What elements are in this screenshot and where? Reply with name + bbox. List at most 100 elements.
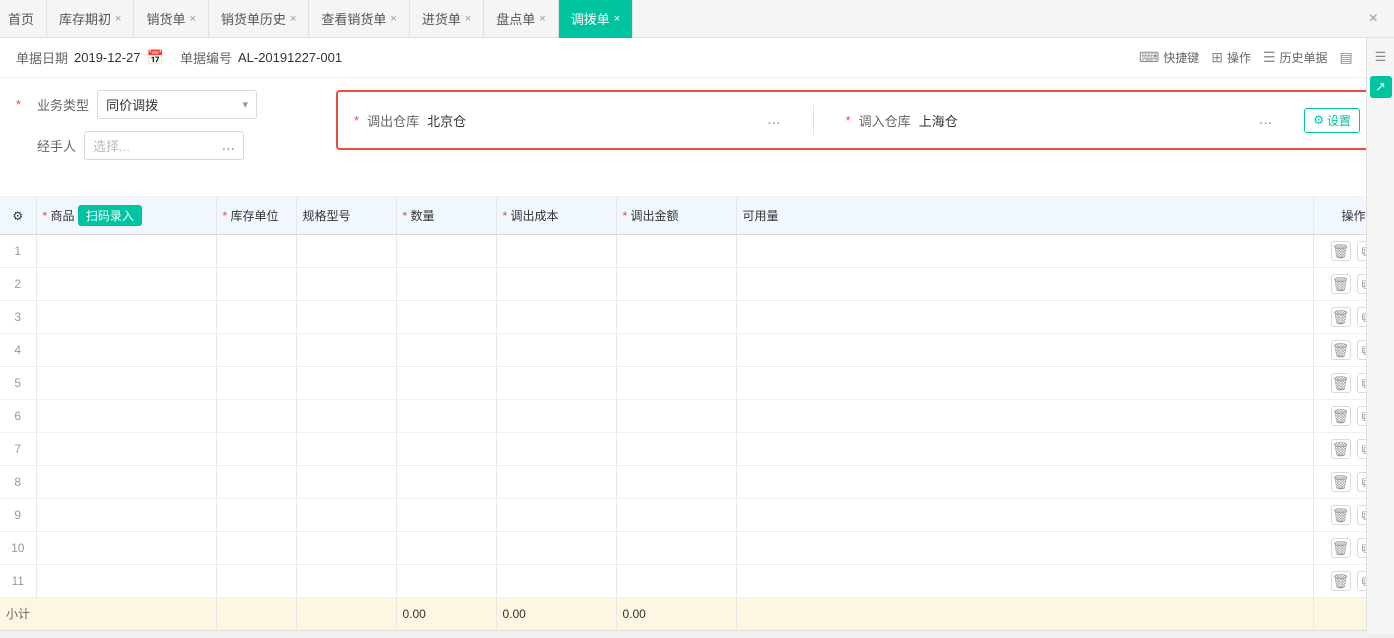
table-row: 2 🗑 ⧉ xyxy=(0,268,1394,301)
delete-icon-6[interactable]: 🗑 xyxy=(1331,406,1351,426)
tab-sales-order-close[interactable]: × xyxy=(189,13,195,25)
tab-sales-order[interactable]: 销货单 × xyxy=(134,0,208,38)
tab-sales-history[interactable]: 销货单历史 × xyxy=(209,0,309,38)
sidebar-icon-expand[interactable]: ↗ xyxy=(1370,76,1392,98)
tab-view-sales[interactable]: 查看销货单 × xyxy=(309,0,409,38)
row-cost-4[interactable] xyxy=(496,334,616,367)
tab-purchase[interactable]: 进货单 × xyxy=(410,0,484,38)
row-qty-7[interactable] xyxy=(396,433,496,466)
warehouse-divider xyxy=(813,105,814,135)
shortcuts-btn[interactable]: ⌨ 快捷键 xyxy=(1139,49,1199,66)
row-cost-7[interactable] xyxy=(496,433,616,466)
business-type-select[interactable]: 同价调拨 ▾ xyxy=(97,90,257,119)
row-product-5[interactable] xyxy=(36,367,216,400)
tab-view-sales-label: 查看销货单 xyxy=(321,9,386,28)
tab-inventory-count-close[interactable]: × xyxy=(539,13,545,25)
row-product-3[interactable] xyxy=(36,301,216,334)
row-qty-3[interactable] xyxy=(396,301,496,334)
row-cost-6[interactable] xyxy=(496,400,616,433)
tab-transfer-close[interactable]: × xyxy=(614,13,620,25)
target-required-star: * xyxy=(846,113,851,128)
row-qty-11[interactable] xyxy=(396,565,496,598)
delete-icon-4[interactable]: 🗑 xyxy=(1331,340,1351,360)
row-product-9[interactable] xyxy=(36,499,216,532)
tab-inventory-count[interactable]: 盘点单 × xyxy=(484,0,558,38)
scroll-bar[interactable] xyxy=(0,630,1394,638)
tab-home[interactable]: 首页 xyxy=(8,0,47,38)
delete-icon-5[interactable]: 🗑 xyxy=(1331,373,1351,393)
scan-btn[interactable]: 扫码录入 xyxy=(78,205,142,226)
history-btn[interactable]: ☰ 历史单据 xyxy=(1263,49,1328,66)
row-cost-11[interactable] xyxy=(496,565,616,598)
delete-icon-2[interactable]: 🗑 xyxy=(1331,274,1351,294)
tab-purchase-close[interactable]: × xyxy=(465,13,471,25)
row-product-7[interactable] xyxy=(36,433,216,466)
subtotal-amount-value: 0.00 xyxy=(616,598,736,630)
row-cost-9[interactable] xyxy=(496,499,616,532)
row-product-10[interactable] xyxy=(36,532,216,565)
delete-icon-3[interactable]: 🗑 xyxy=(1331,307,1351,327)
date-label: 单据日期 xyxy=(16,48,68,67)
th-unit-label: 库存单位 xyxy=(231,209,279,223)
row-cost-5[interactable] xyxy=(496,367,616,400)
date-value[interactable]: 2019-12-27 xyxy=(74,50,141,65)
handler-select[interactable]: 选择... ... xyxy=(84,131,244,160)
row-cost-10[interactable] xyxy=(496,532,616,565)
row-product-1[interactable] xyxy=(36,235,216,268)
row-qty-1[interactable] xyxy=(396,235,496,268)
row-qty-2[interactable] xyxy=(396,268,496,301)
tab-sales-history-close[interactable]: × xyxy=(290,13,296,25)
tab-view-sales-close[interactable]: × xyxy=(390,13,396,25)
delete-icon-7[interactable]: 🗑 xyxy=(1331,439,1351,459)
delete-icon-10[interactable]: 🗑 xyxy=(1331,538,1351,558)
row-num-11: 11 xyxy=(0,565,36,598)
row-amount-1 xyxy=(616,235,736,268)
row-num-1: 1 xyxy=(0,235,36,268)
target-warehouse-value[interactable]: 上海仓 xyxy=(919,111,1251,130)
form-header-left: 单据日期 2019-12-27 📅 单据编号 AL-20191227-001 xyxy=(16,48,1115,67)
row-num-9: 9 xyxy=(0,499,36,532)
layout-btn1[interactable]: ▤ xyxy=(1340,49,1353,66)
row-product-6[interactable] xyxy=(36,400,216,433)
row-cost-1[interactable] xyxy=(496,235,616,268)
tab-bar-close-icon[interactable]: × xyxy=(1361,6,1386,32)
grid-icon: ⊞ xyxy=(1211,49,1223,66)
number-label: 单据编号 xyxy=(180,48,232,67)
table-row: 1 🗑 ⧉ xyxy=(0,235,1394,268)
row-qty-9[interactable] xyxy=(396,499,496,532)
business-type-row: * 业务类型 同价调拨 ▾ xyxy=(16,90,296,119)
tab-transfer[interactable]: 调拨单 × xyxy=(559,0,633,38)
delete-icon-8[interactable]: 🗑 xyxy=(1331,472,1351,492)
th-gear[interactable]: ⚙ xyxy=(0,197,36,235)
left-form: * 业务类型 同价调拨 ▾ 经手人 选择... ... xyxy=(16,90,296,172)
handler-more-btn[interactable]: ... xyxy=(222,137,235,155)
target-more-btn[interactable]: ... xyxy=(1259,111,1272,129)
row-product-8[interactable] xyxy=(36,466,216,499)
row-cost-2[interactable] xyxy=(496,268,616,301)
row-cost-3[interactable] xyxy=(496,301,616,334)
delete-icon-9[interactable]: 🗑 xyxy=(1331,505,1351,525)
operations-btn[interactable]: ⊞ 操作 xyxy=(1211,49,1251,66)
data-table: ⚙ 商品 扫码录入 库存单位 规格型号 数量 xyxy=(0,197,1394,630)
tab-inventory-init-close[interactable]: × xyxy=(115,13,121,25)
row-product-11[interactable] xyxy=(36,565,216,598)
row-qty-4[interactable] xyxy=(396,334,496,367)
settings-button[interactable]: ⚙ 设置 xyxy=(1304,108,1360,133)
delete-icon-1[interactable]: 🗑 xyxy=(1331,241,1351,261)
subtotal-empty-1 xyxy=(216,598,296,630)
row-product-4[interactable] xyxy=(36,334,216,367)
row-qty-10[interactable] xyxy=(396,532,496,565)
row-qty-5[interactable] xyxy=(396,367,496,400)
row-cost-8[interactable] xyxy=(496,466,616,499)
calendar-icon[interactable]: 📅 xyxy=(147,49,164,66)
th-cost-label: 调出成本 xyxy=(511,209,559,223)
delete-icon-11[interactable]: 🗑 xyxy=(1331,571,1351,591)
row-product-2[interactable] xyxy=(36,268,216,301)
source-more-btn[interactable]: ... xyxy=(767,111,780,129)
row-qty-8[interactable] xyxy=(396,466,496,499)
row-qty-6[interactable] xyxy=(396,400,496,433)
history-label: 历史单据 xyxy=(1280,49,1328,66)
tab-inventory-init[interactable]: 库存期初 × xyxy=(47,0,134,38)
source-warehouse-value[interactable]: 北京仓 xyxy=(427,111,759,130)
sidebar-icon-list[interactable]: ☰ xyxy=(1370,46,1392,68)
